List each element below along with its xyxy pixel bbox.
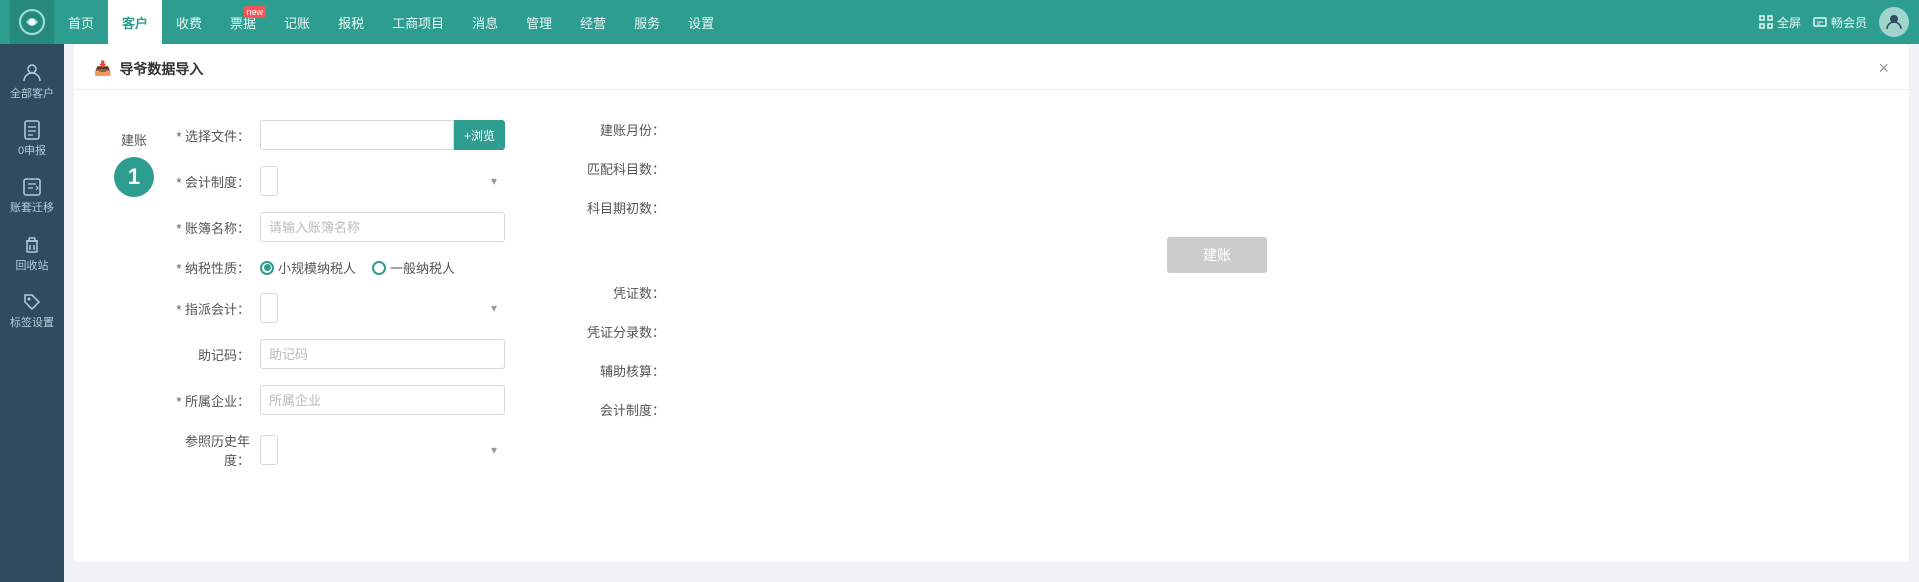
initial-balance-label: 科目期初数：	[565, 198, 675, 217]
page-container: 📥 导爷数据导入 × 建账 1 * 选择文件：	[74, 44, 1909, 562]
nav-items: 首页 客户 收费 票据 new 记账 报税 工商项目 消息 管理 经营 服务 设…	[54, 0, 1759, 44]
tax-type-label: * 纳税性质：	[170, 258, 260, 277]
sidebar-item-recycle-bin[interactable]: 回收站	[2, 226, 62, 281]
file-row: * 选择文件： +浏览	[170, 120, 505, 150]
member-button[interactable]: 畅会员	[1813, 14, 1867, 31]
right-info-panel: 建账月份： 匹配科目数： 科目期初数： 建账 凭证数：	[565, 120, 1869, 485]
assign-accountant-row: * 指派会计：	[170, 293, 505, 323]
accounting-system-info-label: 会计制度：	[565, 400, 675, 419]
history-year-select-wrapper	[260, 435, 505, 465]
sidebar-item-all-customers[interactable]: 全部客户	[2, 54, 62, 109]
memo-input[interactable]	[260, 339, 505, 369]
import-icon: 📥	[94, 60, 111, 77]
build-btn-row: 建账	[565, 237, 1869, 273]
nav-right: 全屏 畅会员	[1759, 7, 1909, 37]
app-logo	[10, 0, 54, 44]
new-badge: new	[244, 6, 267, 18]
close-button[interactable]: ×	[1878, 58, 1889, 79]
ledger-name-row: * 账簿名称：	[170, 212, 505, 242]
sidebar-item-account-migration[interactable]: 账套迁移	[2, 168, 62, 223]
accounting-system-info-row: 会计制度：	[565, 400, 1869, 419]
nav-business[interactable]: 工商项目	[378, 0, 458, 44]
ledger-name-input[interactable]	[260, 212, 505, 242]
nav-customer[interactable]: 客户	[108, 0, 162, 44]
affiliated-company-row: * 所属企业：	[170, 385, 505, 415]
nav-tax[interactable]: 报税	[324, 0, 378, 44]
history-year-select[interactable]	[260, 435, 278, 465]
affiliated-company-input[interactable]	[260, 385, 505, 415]
voucher-entries-label: 凭证分录数：	[565, 322, 675, 341]
history-year-label: 参照历史年度：	[170, 431, 260, 469]
browse-button[interactable]: +浏览	[454, 120, 505, 150]
nav-settings[interactable]: 设置	[674, 0, 728, 44]
build-button[interactable]: 建账	[1167, 237, 1267, 273]
aux-accounting-label: 辅助核算：	[565, 361, 675, 380]
page-header: 📥 导爷数据导入 ×	[74, 44, 1909, 90]
aux-accounting-row: 辅助核算：	[565, 361, 1869, 380]
voucher-entries-row: 凭证分录数：	[565, 322, 1869, 341]
step-circle: 1	[114, 157, 154, 197]
nav-bookkeeping[interactable]: 记账	[270, 0, 324, 44]
page-title: 导爷数据导入	[119, 59, 203, 79]
top-nav: 首页 客户 收费 票据 new 记账 报税 工商项目 消息 管理 经营 服务 设…	[0, 0, 1919, 44]
memo-row: 助记码：	[170, 339, 505, 369]
build-month-label: 建账月份：	[565, 120, 675, 139]
radio-general-circle	[372, 261, 386, 275]
accounting-system-row: * 会计制度：	[170, 166, 505, 196]
nav-home[interactable]: 首页	[54, 0, 108, 44]
voucher-label: 凭证数：	[565, 283, 675, 302]
sidebar-item-tag-settings[interactable]: 标签设置	[2, 283, 62, 338]
history-year-row: 参照历史年度：	[170, 431, 505, 469]
build-month-row: 建账月份：	[565, 120, 1869, 139]
left-form: * 选择文件： +浏览 * 会计制度：	[170, 120, 505, 485]
tax-type-row: * 纳税性质： 小规模纳税人 一般纳税人	[170, 258, 505, 277]
accounting-system-select-wrapper	[260, 166, 505, 196]
nav-billing[interactable]: 收费	[162, 0, 216, 44]
nav-operation[interactable]: 经营	[566, 0, 620, 44]
accounting-system-select[interactable]	[260, 166, 278, 196]
assign-accountant-label: * 指派会计：	[170, 299, 260, 318]
step-label: 建账	[121, 130, 147, 149]
sidebar: 全部客户 0申报 账套迁移 回收站 标签设置	[0, 44, 64, 582]
step-section: 建账 1	[114, 120, 154, 197]
tax-type-general[interactable]: 一般纳税人	[372, 258, 455, 277]
memo-label: 助记码：	[170, 345, 260, 364]
tax-type-radio-group: 小规模纳税人 一般纳税人	[260, 258, 505, 277]
file-input-group: +浏览	[260, 120, 505, 150]
sidebar-item-zero-filing[interactable]: 0申报	[2, 111, 62, 166]
match-accounts-label: 匹配科目数：	[565, 159, 675, 178]
nav-service[interactable]: 服务	[620, 0, 674, 44]
nav-message[interactable]: 消息	[458, 0, 512, 44]
ledger-name-label: * 账簿名称：	[170, 218, 260, 237]
initial-balance-row: 科目期初数：	[565, 198, 1869, 217]
voucher-row: 凭证数：	[565, 283, 1869, 302]
radio-small-circle	[260, 261, 274, 275]
match-accounts-row: 匹配科目数：	[565, 159, 1869, 178]
file-label: * 选择文件：	[170, 126, 260, 145]
file-input[interactable]	[260, 120, 454, 150]
page-title-row: 📥 导爷数据导入	[94, 59, 203, 79]
user-avatar[interactable]	[1879, 7, 1909, 37]
tax-type-small[interactable]: 小规模纳税人	[260, 258, 356, 277]
main-content: 📥 导爷数据导入 × 建账 1 * 选择文件：	[64, 44, 1919, 582]
nav-manage[interactable]: 管理	[512, 0, 566, 44]
fullscreen-button[interactable]: 全屏	[1759, 14, 1801, 31]
affiliated-company-label: * 所属企业：	[170, 391, 260, 410]
accounting-system-label: * 会计制度：	[170, 172, 260, 191]
assign-accountant-select[interactable]	[260, 293, 278, 323]
assign-accountant-select-wrapper	[260, 293, 505, 323]
nav-invoice[interactable]: 票据 new	[216, 0, 270, 44]
form-outer: 建账 1 * 选择文件： +浏览 * 会计制度：	[74, 90, 1909, 515]
